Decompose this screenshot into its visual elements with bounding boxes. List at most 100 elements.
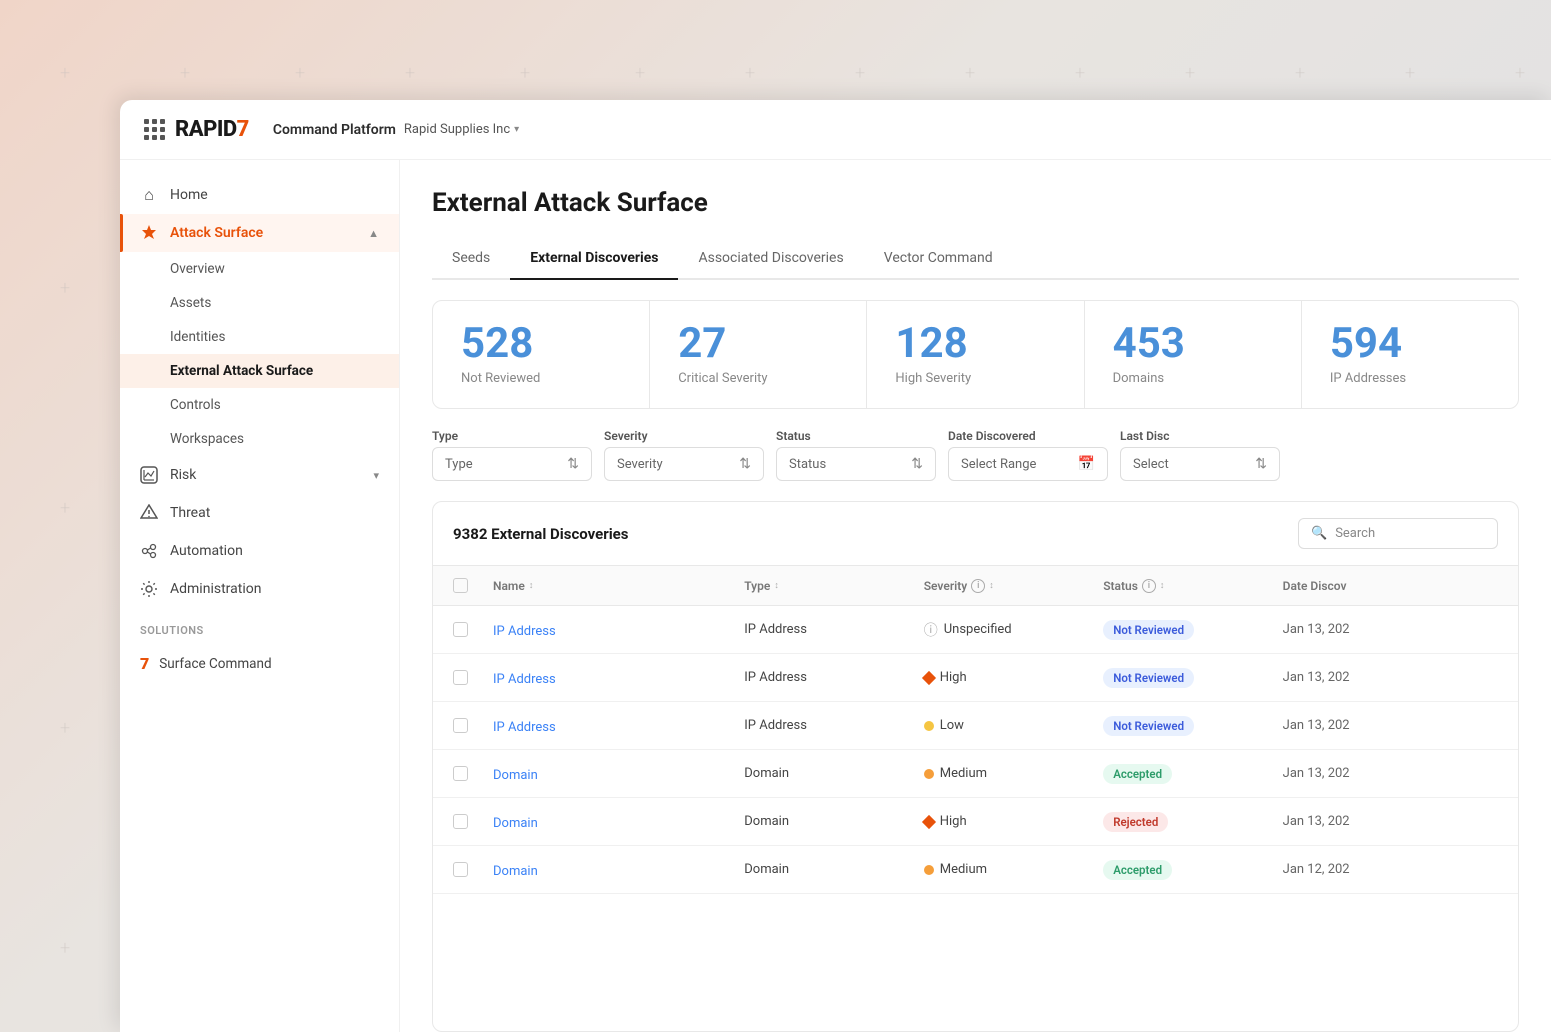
stat-domains-label: Domains: [1113, 371, 1273, 386]
row-checkbox[interactable]: [453, 622, 468, 637]
stat-critical-label: Critical Severity: [678, 371, 838, 386]
col-header-name[interactable]: Name ↕: [493, 579, 744, 593]
sidebar-item-overview[interactable]: Overview: [120, 252, 399, 286]
sidebar-item-workspaces[interactable]: Workspaces: [120, 422, 399, 456]
col-header-status[interactable]: Status i ↕: [1103, 579, 1282, 593]
sidebar-item-external-attack-surface[interactable]: External Attack Surface: [120, 354, 399, 388]
stat-not-reviewed-number: 528: [461, 323, 621, 365]
main-layout: ⌂ Home Attack Surface ▲ Overview Assets: [120, 160, 1551, 1032]
row-severity: Medium: [924, 862, 1103, 877]
sidebar-item-home[interactable]: ⌂ Home: [120, 176, 399, 214]
row-checkbox[interactable]: [453, 814, 468, 829]
solutions-label: Solutions: [120, 608, 399, 645]
col-header-type[interactable]: Type ↕: [744, 579, 923, 593]
row-severity: Low: [924, 718, 1103, 733]
tab-associated-discoveries[interactable]: Associated Discoveries: [678, 238, 863, 280]
row-name-link[interactable]: Domain: [493, 864, 538, 879]
row-checkbox[interactable]: [453, 766, 468, 781]
sidebar-item-identities[interactable]: Identities: [120, 320, 399, 354]
table-row[interactable]: Domain Domain Medium Accepted Jan 13, 20…: [433, 750, 1518, 798]
table-row[interactable]: Domain Domain High Rejected Jan 13, 202: [433, 798, 1518, 846]
row-name: IP Address: [493, 620, 744, 639]
type-select-icon: ⇅: [567, 456, 579, 472]
sidebar-item-controls[interactable]: Controls: [120, 388, 399, 422]
row-type: IP Address: [744, 718, 923, 733]
platform-label: Command Platform: [273, 122, 396, 138]
filter-type-select[interactable]: Type ⇅: [432, 447, 592, 481]
status-badge: Rejected: [1103, 812, 1168, 832]
stat-critical-severity: 27 Critical Severity: [650, 301, 867, 408]
sidebar-item-administration[interactable]: Administration: [120, 570, 399, 608]
row-name-link[interactable]: IP Address: [493, 672, 556, 687]
row-name-link[interactable]: Domain: [493, 768, 538, 783]
col-header-date[interactable]: Date Discov: [1283, 579, 1498, 593]
automation-icon: [140, 542, 158, 560]
app-window: RAPID7 Command Platform Rapid Supplies I…: [120, 100, 1551, 1032]
sidebar-item-threat[interactable]: Threat: [120, 494, 399, 532]
risk-icon: [140, 466, 158, 484]
sidebar-item-surface-command[interactable]: 7 Surface Command: [120, 645, 399, 682]
grid-menu-icon[interactable]: [144, 119, 165, 140]
row-status: Not Reviewed: [1103, 619, 1282, 640]
table-header-row: 9382 External Discoveries 🔍 Search: [433, 502, 1518, 566]
sidebar-item-attack-surface[interactable]: Attack Surface ▲: [120, 214, 399, 252]
row-name-link[interactable]: IP Address: [493, 624, 556, 639]
filter-status-select[interactable]: Status ⇅: [776, 447, 936, 481]
row-name-link[interactable]: IP Address: [493, 720, 556, 735]
row-name: Domain: [493, 764, 744, 783]
col-header-severity[interactable]: Severity i ↕: [924, 579, 1103, 593]
filter-label-severity: Severity: [604, 429, 764, 443]
filter-label-date-discovered: Date Discovered: [948, 429, 1108, 443]
sidebar-label-risk: Risk: [170, 467, 196, 483]
sidebar-item-risk[interactable]: Risk ▾: [120, 456, 399, 494]
row-type: IP Address: [744, 670, 923, 685]
row-checkbox-wrap: [453, 718, 493, 733]
tabs: Seeds External Discoveries Associated Di…: [432, 238, 1519, 280]
severity-dot-icon: [924, 769, 934, 779]
row-checkbox-wrap: [453, 814, 493, 829]
stat-domains: 453 Domains: [1085, 301, 1302, 408]
select-all-checkbox[interactable]: [453, 578, 468, 593]
tab-seeds[interactable]: Seeds: [432, 238, 510, 280]
table-row[interactable]: IP Address IP Address Low Not Reviewed J…: [433, 702, 1518, 750]
row-date: Jan 13, 202: [1283, 814, 1498, 829]
status-badge: Not Reviewed: [1103, 668, 1194, 688]
home-icon: ⌂: [140, 186, 158, 204]
expand-icon: ▲: [368, 227, 379, 240]
tab-external-discoveries[interactable]: External Discoveries: [510, 238, 678, 280]
row-checkbox[interactable]: [453, 862, 468, 877]
row-name-link[interactable]: Domain: [493, 816, 538, 831]
last-disc-select-icon: ⇅: [1255, 456, 1267, 472]
row-checkbox-wrap: [453, 670, 493, 685]
filter-group-last-disc: Last Disc Select ⇅: [1120, 429, 1280, 481]
table-row[interactable]: IP Address IP Address High Not Reviewed …: [433, 654, 1518, 702]
table-row[interactable]: IP Address IP Address ⓘ Unspecified Not …: [433, 606, 1518, 654]
row-type: IP Address: [744, 622, 923, 637]
filter-date-select[interactable]: Select Range 📅: [948, 447, 1108, 481]
row-status: Not Reviewed: [1103, 715, 1282, 736]
severity-diamond-icon: [922, 814, 936, 828]
content-area: External Attack Surface Seeds External D…: [400, 160, 1551, 1032]
row-name: Domain: [493, 860, 744, 879]
stats-bar: 528 Not Reviewed 27 Critical Severity 12…: [432, 300, 1519, 409]
search-box[interactable]: 🔍 Search: [1298, 518, 1498, 549]
tab-vector-command[interactable]: Vector Command: [864, 238, 1013, 280]
table-row[interactable]: Domain Domain Medium Accepted Jan 12, 20…: [433, 846, 1518, 894]
sidebar-label-home: Home: [170, 187, 208, 203]
top-bar: RAPID7 Command Platform Rapid Supplies I…: [120, 100, 1551, 160]
row-checkbox[interactable]: [453, 718, 468, 733]
filter-last-disc-select[interactable]: Select ⇅: [1120, 447, 1280, 481]
stat-high-label: High Severity: [895, 371, 1055, 386]
org-selector[interactable]: Rapid Supplies Inc ▾: [396, 118, 527, 141]
filter-severity-select[interactable]: Severity ⇅: [604, 447, 764, 481]
table-column-headers: Name ↕ Type ↕ Severity i ↕ Status i: [433, 566, 1518, 606]
stat-high-number: 128: [895, 323, 1055, 365]
row-checkbox[interactable]: [453, 670, 468, 685]
sidebar-item-automation[interactable]: Automation: [120, 532, 399, 570]
row-status: Not Reviewed: [1103, 667, 1282, 688]
sidebar-item-assets[interactable]: Assets: [120, 286, 399, 320]
stat-ip-label: IP Addresses: [1330, 371, 1490, 386]
row-name: IP Address: [493, 716, 744, 735]
search-placeholder: Search: [1335, 526, 1375, 541]
row-type: Domain: [744, 814, 923, 829]
